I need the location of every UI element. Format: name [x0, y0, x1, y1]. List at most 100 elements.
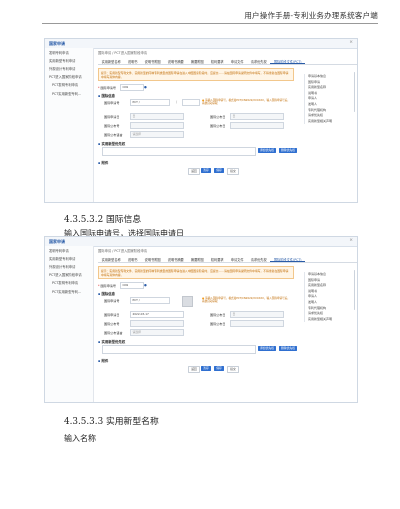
sidebar-item-pct[interactable]: PCT进入国家阶段申请	[45, 271, 93, 279]
add-priority-button[interactable]: 添加优先权	[258, 148, 276, 153]
sidebar-item-utility[interactable]: 实用新型专利申请	[45, 254, 93, 262]
breadcrumb: 国际申请 / PCT进入国家阶段申请	[98, 51, 148, 55]
pct-prefix-input[interactable]: PCT /	[130, 297, 170, 304]
button-row: 返回 暂存 保存 提交	[98, 167, 298, 175]
intl-pub-date-input[interactable]: 日	[230, 311, 284, 318]
panel-item-declaration[interactable]: 实用新型相关声明	[308, 119, 357, 125]
priority-section-row: ▪ 实用新型优先权	[98, 139, 298, 147]
back-button[interactable]: 返回	[188, 168, 200, 175]
sidebar-item-pct-utility[interactable]: PCT实用新型专利...	[45, 287, 93, 295]
intl-pub-lang-label: 国际公布语言	[104, 133, 123, 138]
tab-description[interactable]: 说明书	[124, 255, 141, 262]
add-priority-button[interactable]: 添加优先权	[258, 346, 276, 351]
tab-utility-name[interactable]: 实用新型名称	[98, 57, 124, 64]
intl-pub-date-label: 国际公布日	[210, 115, 226, 120]
right-nav-panel: 申请基本信息 国际申请 实用新型名称 说明书 申请人 发明人 专利代理机构 请求…	[304, 272, 357, 323]
tab-abstract-drawing[interactable]: 摘要附图	[187, 57, 207, 64]
intl-pub-date-input-2[interactable]	[230, 320, 284, 327]
draft-button[interactable]: 暂存	[201, 366, 211, 371]
pct-prefix-input[interactable]: PCT /	[130, 99, 170, 106]
intl-app-no-label-2: 国际申请号	[104, 101, 120, 106]
slash-separator: /	[176, 99, 178, 104]
main-area: 国际申请 / PCT进入国家阶段申请 实用新型名称 说明书 说明书附图 说明书摘…	[94, 48, 357, 202]
scrollbar[interactable]	[353, 72, 355, 112]
intl-pub-date-input[interactable]: 日	[230, 113, 284, 120]
tab-abstract[interactable]: 说明书摘要	[164, 57, 187, 64]
draft-button[interactable]: 暂存	[201, 168, 211, 173]
tab-application-files[interactable]: 申请文件	[227, 255, 247, 262]
tab-intl-phase-files[interactable]: 国际阶段文件(PCT)	[270, 57, 306, 64]
scrollbar[interactable]	[353, 270, 355, 310]
tab-utility-name[interactable]: 实用新型名称	[98, 255, 124, 262]
tab-priority[interactable]: 请求优先权	[247, 255, 270, 262]
section-priority-title: 实用新型优先权	[101, 142, 126, 146]
sidebar-item-invention[interactable]: 发明专利申请	[45, 48, 93, 56]
tab-claims[interactable]: 权利要求	[207, 255, 227, 262]
priority-table-row: 添加优先权 删除优先权	[98, 147, 298, 159]
warning-banner: 提示：实用新型专利文件、实用新型的同种专利类型的国际申请在进入中国国家阶段时，应…	[98, 68, 294, 81]
intl-app-no-input[interactable]: CN1	[120, 282, 144, 289]
sidebar-item-pct-utility[interactable]: PCT实用新型专利...	[45, 89, 93, 97]
intl-date-row: 国际申请日 日 国际公布日 日	[98, 112, 298, 121]
intl-filing-date-label: 国际申请日	[104, 115, 120, 120]
delete-priority-button[interactable]: 删除优先权	[279, 148, 297, 153]
sidebar-item-pct[interactable]: PCT进入国家阶段申请	[45, 73, 93, 81]
close-icon[interactable]: ×	[349, 238, 353, 243]
main-area: 国际申请 / PCT进入国家阶段申请 实用新型名称 说明书 说明书附图 说明书摘…	[94, 246, 357, 402]
sidebar: 发明专利申请 实用新型专利申请 外观设计专利申请 PCT进入国家阶段申请 PCT…	[45, 48, 94, 202]
intl-app-input-row: 国际申请号 PCT / / ● 请输入国际申请号，格式如PCT/CN2022/X…	[98, 98, 298, 112]
tab-abstract[interactable]: 说明书摘要	[164, 255, 187, 262]
tab-intl-phase-files[interactable]: 国际阶段文件(PCT)	[270, 255, 306, 262]
intl-pub-no-label: 国际公布号	[104, 322, 120, 327]
submit-button[interactable]: 提交	[227, 168, 239, 175]
intl-pub-lang-select[interactable]: 请选择	[130, 329, 184, 336]
sidebar: 发明专利申请 实用新型专利申请 外观设计专利申请 PCT进入国家阶段申请 PCT…	[45, 246, 94, 402]
intl-pub-lang-label: 国际公布语言	[104, 331, 123, 336]
close-icon[interactable]: ×	[349, 40, 353, 45]
sidebar-item-invention[interactable]: 发明专利申请	[45, 246, 93, 254]
intl-pub-no-input[interactable]	[130, 320, 184, 327]
intl-pubno-row: 国际公布号 国际公布日	[98, 121, 298, 130]
intl-filing-date-input[interactable]: 日	[130, 113, 184, 120]
intl-lang-row: 国际公布语言 请选择	[98, 130, 298, 139]
save-button[interactable]: 保存	[214, 366, 224, 371]
intl-pub-no-input[interactable]	[130, 122, 184, 129]
intl-filing-date-input[interactable]: 2022-03-17	[130, 311, 184, 318]
tab-bar: 实用新型名称 说明书 说明书附图 说明书摘要 摘要附图 权利要求 申请文件 请求…	[98, 57, 357, 65]
sidebar-item-pct-invention[interactable]: PCT发明专利申请	[45, 81, 93, 89]
intl-app-no-label-2: 国际申请号	[104, 299, 120, 304]
section-attachment-title: 附件	[101, 161, 109, 165]
intl-pub-lang-select[interactable]: 请选择	[130, 131, 184, 138]
delete-priority-button[interactable]: 删除优先权	[279, 346, 297, 351]
button-row: 返回 暂存 保存 提交	[98, 365, 298, 373]
content: 提示：实用新型专利文件、实用新型的同种专利类型的国际申请在进入中国国家阶段时，应…	[94, 266, 357, 402]
tab-priority[interactable]: 请求优先权	[247, 57, 270, 64]
caption-utility-name: 4.3.5.3.3 实用新型名称	[64, 417, 159, 427]
tab-drawings[interactable]: 说明书附图	[141, 255, 164, 262]
pct-suffix-input[interactable]	[182, 99, 200, 106]
sidebar-item-pct-invention[interactable]: PCT发明专利申请	[45, 279, 93, 287]
intl-app-no-input[interactable]: CN1	[120, 84, 144, 91]
tab-claims[interactable]: 权利要求	[207, 57, 227, 64]
app-title: 国家申请	[49, 40, 65, 46]
tab-description[interactable]: 说明书	[124, 57, 141, 64]
tab-drawings[interactable]: 说明书附图	[141, 57, 164, 64]
submit-button[interactable]: 提交	[227, 366, 239, 373]
page-header: 用户操作手册-专利业务办理系统客户端	[0, 0, 400, 28]
intl-pub-date-input-2[interactable]	[230, 122, 284, 129]
info-dot-icon: ●	[144, 84, 147, 89]
priority-table	[102, 345, 256, 354]
tab-abstract-drawing[interactable]: 摘要附图	[187, 255, 207, 262]
back-button[interactable]: 返回	[188, 366, 200, 373]
sidebar-item-utility[interactable]: 实用新型专利申请	[45, 56, 93, 64]
screenshot-1: 国家申请 × 发明专利申请 实用新型专利申请 外观设计专利申请 PCT进入国家阶…	[44, 38, 358, 203]
panel-item-declaration[interactable]: 实用新型相关声明	[308, 317, 357, 323]
save-button[interactable]: 保存	[214, 168, 224, 173]
intl-app-no-row: * 国际申请号 CN1 ●	[98, 282, 147, 289]
sidebar-item-design[interactable]: 外观设计专利申请	[45, 64, 93, 72]
image-placeholder	[182, 296, 193, 307]
sidebar-item-design[interactable]: 外观设计专利申请	[45, 262, 93, 270]
priority-section-row: ▪ 实用新型优先权	[98, 337, 298, 345]
tab-application-files[interactable]: 申请文件	[227, 57, 247, 64]
form: 提示：实用新型专利文件、实用新型的同种专利类型的国际申请在进入中国国家阶段时，应…	[98, 266, 298, 402]
